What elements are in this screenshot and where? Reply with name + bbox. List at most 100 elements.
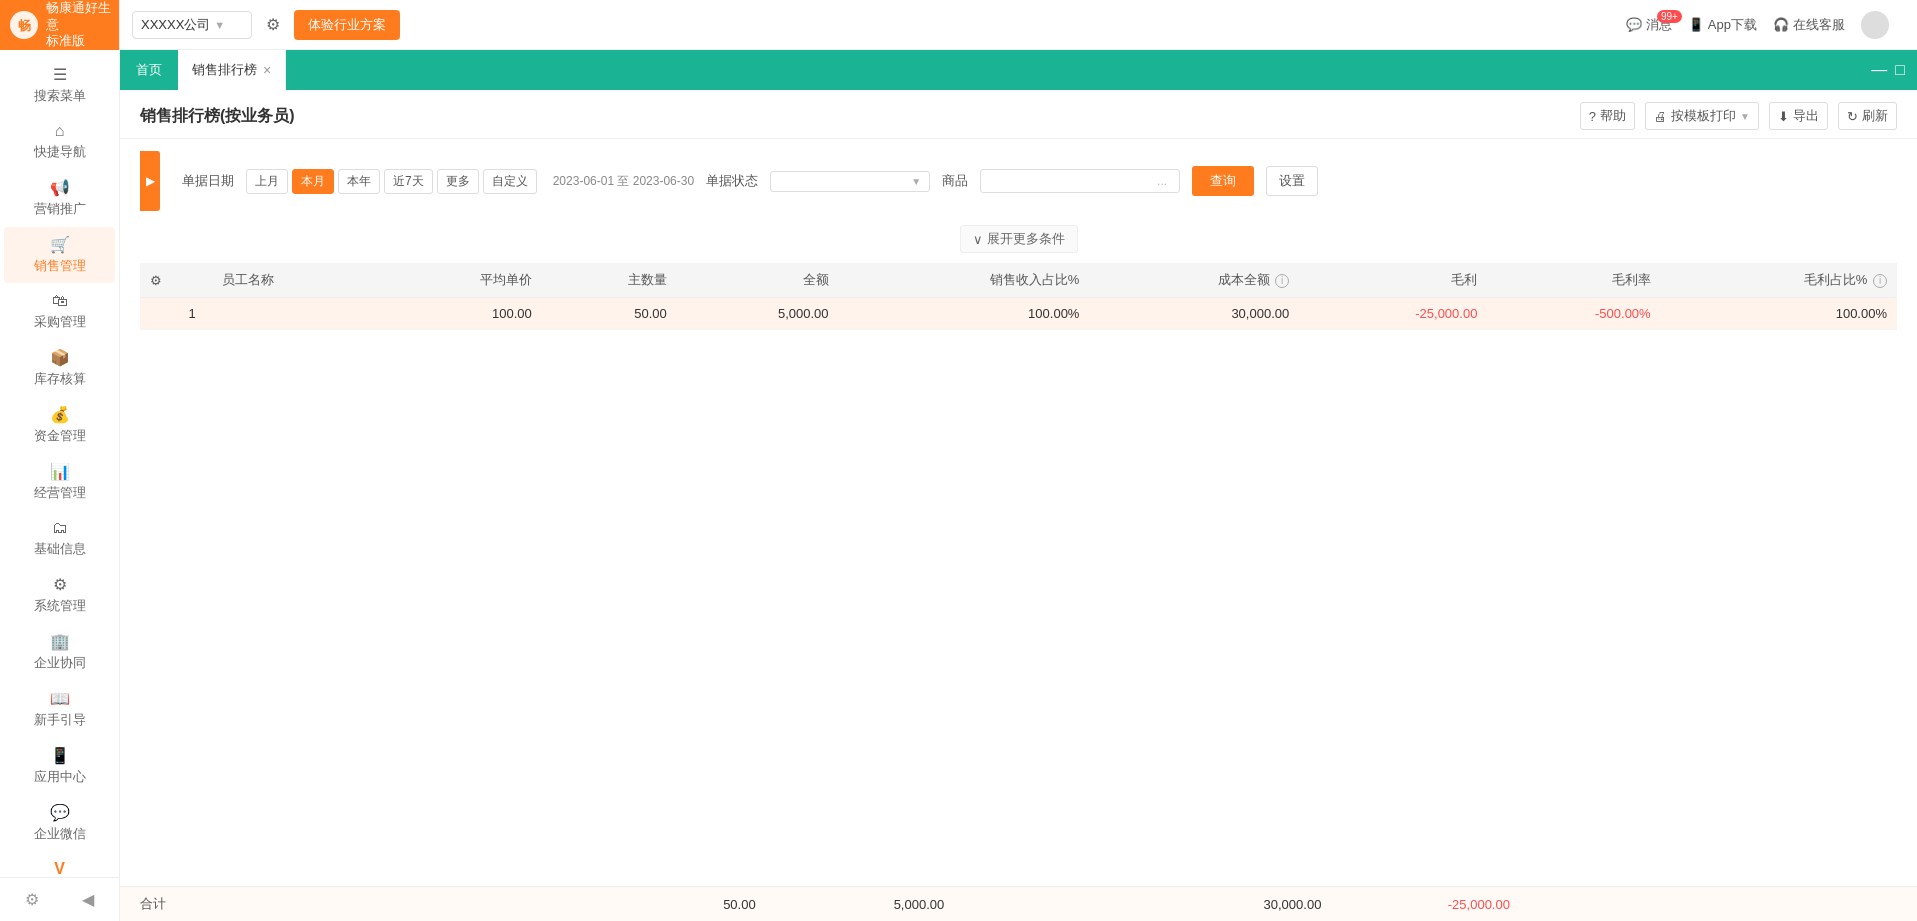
col-rank xyxy=(172,263,212,298)
settings-button[interactable]: 设置 xyxy=(1266,166,1318,196)
cell-avg-price: 100.00 xyxy=(377,298,542,330)
message-item[interactable]: 💬 消息 99+ xyxy=(1626,16,1672,34)
col-amount: 全额 xyxy=(677,263,839,298)
sidebar-item-operations[interactable]: 📊 经营管理 xyxy=(4,454,115,510)
sidebar-item-guide[interactable]: 📖 新手引导 xyxy=(4,681,115,737)
profit-pct-info-icon[interactable]: i xyxy=(1873,274,1887,288)
tab-home[interactable]: 首页 xyxy=(120,50,178,90)
tab-maximize-icon[interactable]: □ xyxy=(1895,61,1905,79)
online-support-label: 在线客服 xyxy=(1793,16,1845,34)
finance-icon: 💰 xyxy=(50,405,70,424)
export-button[interactable]: ⬇ 导出 xyxy=(1769,102,1828,130)
cell-profit: -25,000.00 xyxy=(1299,298,1487,330)
refresh-button[interactable]: ↻ 刷新 xyxy=(1838,102,1897,130)
cell-sales-pct: 100.00% xyxy=(839,298,1090,330)
tab-sales-ranking[interactable]: 销售排行榜 × xyxy=(178,50,286,90)
enterprise-icon: 🏢 xyxy=(50,632,70,651)
tab-label: 销售排行榜 xyxy=(192,61,257,79)
trial-button[interactable]: 体验行业方案 xyxy=(294,10,400,40)
footer-cell-empty4 xyxy=(1520,897,1709,912)
cell-settings xyxy=(140,298,172,330)
sidebar-item-label: 系统管理 xyxy=(34,597,86,615)
sidebar-item-system[interactable]: ⚙ 系统管理 xyxy=(4,567,115,623)
filter-row-1: ▶ 单据日期 上月 本月 本年 近7天 更多 自定义 2023-06-01 至 … xyxy=(140,151,1897,211)
col-cost: 成本全额 i xyxy=(1089,263,1299,298)
sidebar-item-inventory[interactable]: 📦 库存核算 xyxy=(4,340,115,396)
sidebar-item-member[interactable]: V 畅会员 xyxy=(4,852,115,877)
sidebar-item-label: 应用中心 xyxy=(34,768,86,786)
svg-text:畅: 畅 xyxy=(18,18,31,33)
page-actions: ? 帮助 🖨 按模板打印 ▼ ⬇ 导出 ↻ 刷新 xyxy=(1580,102,1897,130)
footer-cell-empty1 xyxy=(200,897,389,912)
col-profit: 毛利 xyxy=(1299,263,1487,298)
cell-cost: 30,000.00 xyxy=(1089,298,1299,330)
page-header: 销售排行榜(按业务员) ? 帮助 🖨 按模板打印 ▼ ⬇ 导出 ↻ 刷新 xyxy=(120,90,1917,139)
status-chevron-icon: ▼ xyxy=(911,176,921,187)
this-year-btn[interactable]: 本年 xyxy=(338,169,380,194)
help-button[interactable]: ? 帮助 xyxy=(1580,102,1635,130)
filter-toggle-arrow[interactable]: ▶ xyxy=(140,151,160,211)
goods-label: 商品 xyxy=(942,172,968,190)
inventory-icon: 📦 xyxy=(50,348,70,367)
company-name: XXXXX公司 xyxy=(141,16,210,34)
search-order-icon: ☰ xyxy=(53,65,67,84)
chevron-down-icon: ▼ xyxy=(214,19,225,31)
cell-main-qty: 50.00 xyxy=(542,298,677,330)
col-sales-pct: 销售收入占比% xyxy=(839,263,1090,298)
sidebar-item-sales[interactable]: 🛒 销售管理 xyxy=(4,227,115,283)
prev-month-btn[interactable]: 上月 xyxy=(246,169,288,194)
refresh-icon: ↻ xyxy=(1847,109,1858,124)
page-content: 销售排行榜(按业务员) ? 帮助 🖨 按模板打印 ▼ ⬇ 导出 ↻ 刷新 xyxy=(120,90,1917,921)
app-download-icon: 📱 xyxy=(1688,17,1704,32)
top-bar: XXXXX公司 ▼ ⚙ 体验行业方案 💬 消息 99+ 📱 App下载 🎧 在线… xyxy=(120,0,1917,50)
app-download-item[interactable]: 📱 App下载 xyxy=(1688,16,1757,34)
sidebar-item-enterprise[interactable]: 🏢 企业协同 xyxy=(4,624,115,680)
message-badge: 99+ xyxy=(1657,10,1682,23)
sidebar-item-wechat[interactable]: 💬 企业微信 xyxy=(4,795,115,851)
custom-btn[interactable]: 自定义 xyxy=(483,169,537,194)
export-icon: ⬇ xyxy=(1778,109,1789,124)
sidebar-item-purchase[interactable]: 🛍 采购管理 xyxy=(4,284,115,339)
collapse-sidebar-icon[interactable]: ◀ xyxy=(78,886,98,913)
logo-text: 畅康通好生意 标准版 xyxy=(46,0,111,50)
tab-close-icon[interactable]: × xyxy=(263,63,271,77)
filter-area: ▶ 单据日期 上月 本月 本年 近7天 更多 自定义 2023-06-01 至 … xyxy=(120,139,1917,263)
sidebar-item-quick-nav[interactable]: ⌂ 快捷导航 xyxy=(4,114,115,169)
cost-info-icon[interactable]: i xyxy=(1275,274,1289,288)
sidebar-item-app-center[interactable]: 📱 应用中心 xyxy=(4,738,115,794)
sidebar-item-search-order[interactable]: ☰ 搜索菜单 xyxy=(4,57,115,113)
sidebar-item-label: 资金管理 xyxy=(34,427,86,445)
query-button[interactable]: 查询 xyxy=(1192,166,1254,196)
settings-bottom-icon[interactable]: ⚙ xyxy=(21,886,43,913)
sidebar-item-marketing[interactable]: 📢 营销推广 xyxy=(4,170,115,226)
company-settings-icon[interactable]: ⚙ xyxy=(260,9,286,40)
goods-input[interactable]: ... xyxy=(980,169,1180,193)
footer-cell-amount: 5,000.00 xyxy=(766,897,955,912)
operations-icon: 📊 xyxy=(50,462,70,481)
table-header-row: ⚙ 员工名称 平均单价 主数量 全额 销售收入占比% 成本全额 i 毛利 毛利率 xyxy=(140,263,1897,298)
more-btn[interactable]: 更多 xyxy=(437,169,479,194)
sidebar-item-label: 库存核算 xyxy=(34,370,86,388)
sidebar-nav: ☰ 搜索菜单 ⌂ 快捷导航 📢 营销推广 🛒 销售管理 🛍 采购管理 📦 库存核… xyxy=(0,50,119,877)
col-profit-pct: 毛利占比% i xyxy=(1661,263,1897,298)
last-7days-btn[interactable]: 近7天 xyxy=(384,169,433,194)
print-button[interactable]: 🖨 按模板打印 ▼ xyxy=(1645,102,1759,130)
online-support-item[interactable]: 🎧 在线客服 xyxy=(1773,16,1845,34)
sidebar-item-label: 基础信息 xyxy=(34,540,86,558)
footer-cell-profit: -25,000.00 xyxy=(1331,897,1520,912)
tab-minimize-icon[interactable]: — xyxy=(1871,61,1887,79)
col-settings[interactable]: ⚙ xyxy=(140,263,172,298)
avatar[interactable] xyxy=(1861,11,1889,39)
this-month-btn[interactable]: 本月 xyxy=(292,169,334,194)
status-select[interactable]: ▼ xyxy=(770,171,930,192)
footer-cell-empty5 xyxy=(1709,897,1898,912)
footer-cell-main-qty: 50.00 xyxy=(577,897,766,912)
goods-more-icon: ... xyxy=(1157,174,1167,188)
footer-cell-cost: 30,000.00 xyxy=(1143,897,1332,912)
marketing-icon: 📢 xyxy=(50,178,70,197)
company-select[interactable]: XXXXX公司 ▼ xyxy=(132,11,252,39)
sidebar-item-basic-info[interactable]: 🗂 基础信息 xyxy=(4,511,115,566)
sidebar-item-finance[interactable]: 💰 资金管理 xyxy=(4,397,115,453)
top-bar-right: 💬 消息 99+ 📱 App下载 🎧 在线客服 xyxy=(1626,11,1905,39)
expand-conditions-button[interactable]: ∨ 展开更多条件 xyxy=(960,225,1078,253)
